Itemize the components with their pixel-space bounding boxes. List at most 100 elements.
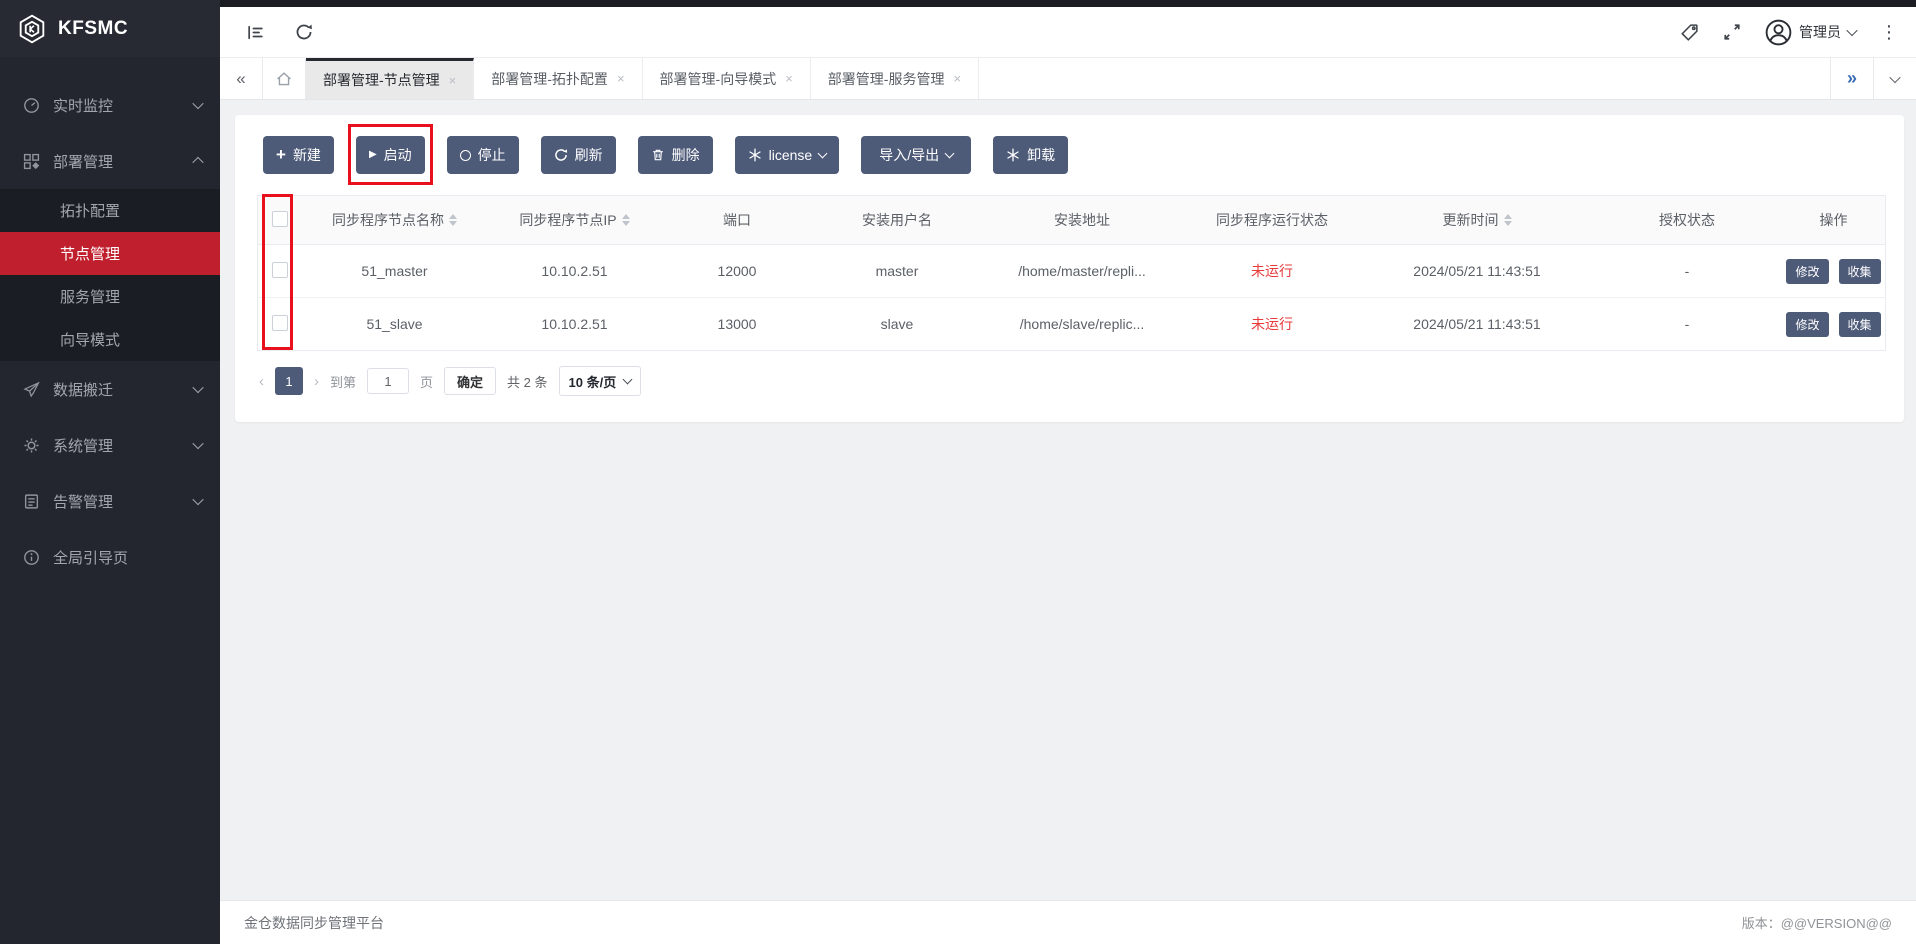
sidebar-item-deploy-manage[interactable]: 部署管理 xyxy=(0,133,220,189)
license-button[interactable]: license xyxy=(734,136,840,174)
uninstall-button[interactable]: 卸载 xyxy=(993,136,1069,174)
import-export-button[interactable]: 导入/导出 xyxy=(861,136,972,174)
sidebar-item-label: 实时监控 xyxy=(53,97,114,115)
tag-icon[interactable] xyxy=(1680,23,1699,42)
avatar xyxy=(1765,19,1792,46)
user-menu[interactable]: 管理员 xyxy=(1765,19,1858,46)
submenu-item-label: 向导模式 xyxy=(60,332,121,349)
sidebar-item-label: 系统管理 xyxy=(53,437,114,455)
node-table: 同步程序节点名称 同步程序节点IP 端口 安装用户名 安装地址 同步程序运行状态… xyxy=(257,194,1886,351)
sidebar-item-global-guide[interactable]: 全局引导页 xyxy=(0,529,220,585)
chevron-down-icon xyxy=(622,374,633,385)
window-top-strip xyxy=(220,0,1916,7)
footer-platform-name: 金仓数据同步管理平台 xyxy=(244,914,384,931)
fullscreen-icon[interactable] xyxy=(1723,23,1741,41)
sort-icon[interactable] xyxy=(621,210,630,230)
tab-topology-config[interactable]: 部署管理-拓扑配置 × xyxy=(474,58,643,99)
prev-page-icon[interactable]: ‹ xyxy=(259,373,264,390)
gauge-icon xyxy=(22,97,40,114)
tab-label: 部署管理-服务管理 xyxy=(827,70,945,87)
sidebar-item-system-manage[interactable]: 系统管理 xyxy=(0,417,220,473)
close-icon[interactable]: × xyxy=(617,71,625,86)
refresh-button[interactable]: 刷新 xyxy=(540,136,616,174)
chevron-down-icon xyxy=(944,148,955,159)
stop-button[interactable]: 停止 xyxy=(446,136,519,174)
confirm-button[interactable]: 确定 xyxy=(444,367,497,395)
tab-node-manage[interactable]: 部署管理-节点管理 × xyxy=(306,58,475,99)
row-checkbox[interactable] xyxy=(272,261,288,278)
sidebar-item-topology-config[interactable]: 拓扑配置 xyxy=(0,189,220,232)
collect-button[interactable]: 收集 xyxy=(1838,311,1881,337)
tabs-scroll-right-icon[interactable]: » xyxy=(1830,58,1873,99)
grid-icon xyxy=(22,153,40,170)
sidebar-item-data-migration[interactable]: 数据搬迁 xyxy=(0,361,220,417)
chevron-down-icon xyxy=(1846,24,1858,37)
goto-page-input[interactable] xyxy=(367,368,410,394)
cell-node-ip: 10.10.2.51 xyxy=(541,316,608,332)
plus-icon: + xyxy=(276,144,286,164)
paper-plane-icon xyxy=(22,381,40,398)
refresh-page-icon[interactable] xyxy=(295,23,313,41)
table-header-row: 同步程序节点名称 同步程序节点IP 端口 安装用户名 安装地址 同步程序运行状态… xyxy=(258,196,1885,245)
cell-license-status: - xyxy=(1592,244,1782,298)
column-header-ip: 同步程序节点IP xyxy=(519,212,617,228)
page-size-select[interactable]: 10 条/页 xyxy=(558,366,642,396)
tabs-scroll-left-icon[interactable]: « xyxy=(220,58,263,99)
snowflake-icon xyxy=(1006,148,1020,162)
open-tabs: 部署管理-节点管理 × 部署管理-拓扑配置 × 部署管理-向导模式 × 部署管理… xyxy=(306,58,1830,99)
column-header-user: 安装用户名 xyxy=(862,212,932,228)
delete-button[interactable]: 删除 xyxy=(637,136,713,174)
submenu-item-label: 服务管理 xyxy=(60,289,121,306)
sidebar-item-label: 部署管理 xyxy=(53,153,114,171)
tab-service-manage[interactable]: 部署管理-服务管理 × xyxy=(810,58,980,99)
close-icon[interactable]: × xyxy=(953,71,961,86)
table-row: 51_slave 10.10.2.51 13000 slave /home/sl… xyxy=(258,298,1885,351)
tabs-menu-icon[interactable] xyxy=(1873,58,1916,99)
chevron-down-icon xyxy=(817,148,828,159)
button-label: 启动 xyxy=(383,147,412,163)
column-header-actions: 操作 xyxy=(1819,212,1848,228)
cell-updated: 2024/05/21 11:43:51 xyxy=(1362,244,1592,298)
trash-icon xyxy=(651,148,665,162)
column-header-name: 同步程序节点名称 xyxy=(332,212,444,228)
edit-button[interactable]: 修改 xyxy=(1786,258,1829,284)
start-button[interactable]: ▶ 启动 xyxy=(355,136,425,174)
cell-addr: /home/slave/replic... xyxy=(1019,316,1145,332)
logo-hexagon-icon xyxy=(16,13,48,45)
new-button[interactable]: + 新建 xyxy=(263,136,334,174)
button-label: 删除 xyxy=(671,147,700,163)
column-header-port: 端口 xyxy=(723,212,751,228)
submenu-item-label: 节点管理 xyxy=(60,246,121,263)
more-icon[interactable]: ⋮ xyxy=(1880,23,1898,41)
sidebar-item-alarm-manage[interactable]: 告警管理 xyxy=(0,473,220,529)
close-icon[interactable]: × xyxy=(785,71,793,86)
sidebar-item-wizard-mode[interactable]: 向导模式 xyxy=(0,318,220,361)
submenu-item-label: 拓扑配置 xyxy=(60,203,121,220)
edit-button[interactable]: 修改 xyxy=(1786,311,1829,337)
document-icon xyxy=(22,493,40,510)
sort-icon[interactable] xyxy=(1503,210,1512,230)
tab-wizard-mode[interactable]: 部署管理-向导模式 × xyxy=(642,58,811,99)
tab-label: 部署管理-节点管理 xyxy=(323,72,440,88)
tab-label: 部署管理-向导模式 xyxy=(659,70,777,87)
sort-icon[interactable] xyxy=(449,210,457,230)
sidebar: KFSMC 实时监控 部署管理 拓扑配置 节点管理 服务管理 向导模式 数据搬迁… xyxy=(0,0,220,944)
main-area: 管理员 ⋮ « 部署管理-节点管理 × 部署管理-拓扑配置 × 部署管理-向导模… xyxy=(220,0,1916,944)
sidebar-item-node-manage[interactable]: 节点管理 xyxy=(0,232,220,275)
select-all-checkbox[interactable] xyxy=(272,210,288,227)
row-checkbox[interactable] xyxy=(272,314,288,331)
user-label: 管理员 xyxy=(1799,24,1841,40)
next-page-icon[interactable]: › xyxy=(314,373,319,390)
close-icon[interactable]: × xyxy=(449,73,457,88)
sidebar-item-label: 告警管理 xyxy=(53,493,114,511)
collect-button[interactable]: 收集 xyxy=(1838,258,1881,284)
page-number-button[interactable]: 1 xyxy=(275,367,303,395)
play-icon: ▶ xyxy=(368,149,377,160)
refresh-icon xyxy=(554,148,568,162)
button-label: license xyxy=(768,147,813,163)
deploy-submenu: 拓扑配置 节点管理 服务管理 向导模式 xyxy=(0,189,220,361)
sidebar-item-service-manage[interactable]: 服务管理 xyxy=(0,275,220,318)
sidebar-item-realtime-monitor[interactable]: 实时监控 xyxy=(0,77,220,133)
home-tab-icon[interactable] xyxy=(263,58,306,99)
collapse-sidebar-icon[interactable] xyxy=(246,23,265,42)
